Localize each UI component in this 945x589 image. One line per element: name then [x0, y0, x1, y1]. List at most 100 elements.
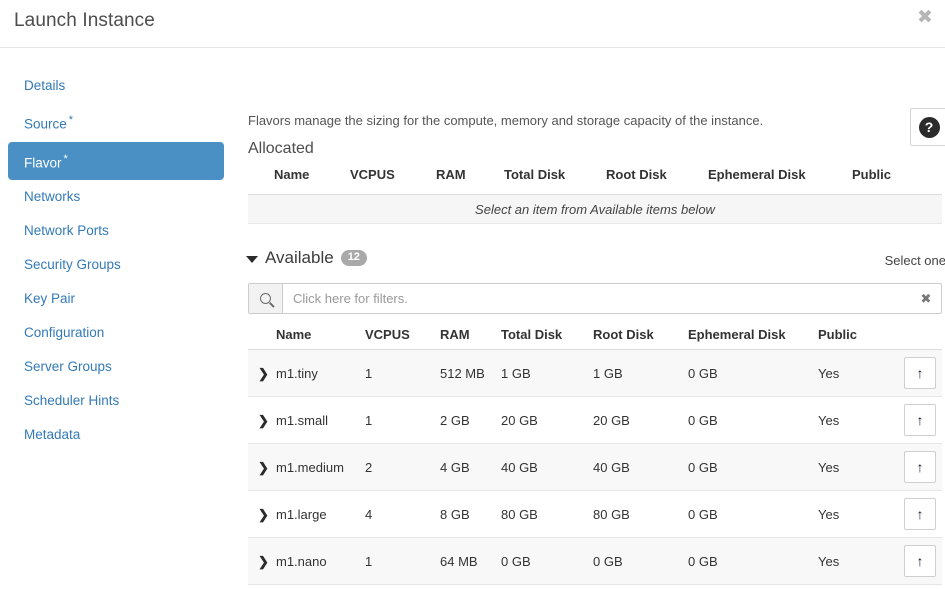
allocated-col-total-disk: Total Disk: [504, 167, 566, 182]
cell-ephemeral-disk: 0 GB: [688, 554, 718, 569]
sidebar-item-networks[interactable]: Networks: [8, 180, 224, 214]
table-row[interactable]: ❯m1.xlarge816 GB160 GB160 GB0 GBYes↑: [248, 585, 942, 589]
sidebar-item-key-pair[interactable]: Key Pair: [8, 282, 224, 316]
add-flavor-button[interactable]: ↑: [904, 357, 936, 389]
sidebar-item-label: Network Ports: [24, 223, 109, 238]
close-icon[interactable]: ✖: [913, 6, 937, 30]
cell-total-disk: 20 GB: [501, 413, 538, 428]
required-asterisk-icon: *: [63, 152, 68, 165]
table-row[interactable]: ❯ m1.small 1 2 GB 20 GB 20 GB 0 GB Yes ↑: [248, 397, 942, 444]
allocated-col-public: Public: [852, 167, 892, 182]
arrow-up-icon: ↑: [916, 506, 924, 522]
chevron-right-icon[interactable]: ❯: [258, 554, 269, 570]
wizard-content: ? Flavors manage the sizing for the comp…: [240, 48, 945, 589]
chevron-down-icon: [246, 255, 258, 263]
arrow-up-icon: ↑: [916, 459, 924, 475]
allocated-col-ram: RAM: [436, 167, 466, 182]
chevron-right-icon[interactable]: ❯: [258, 460, 269, 476]
sidebar-item-label: Key Pair: [24, 291, 76, 306]
cell-root-disk: 80 GB: [593, 507, 630, 522]
cell-name: m1.tiny: [276, 366, 318, 381]
cell-total-disk: 80 GB: [501, 507, 538, 522]
available-col-ram: RAM: [440, 327, 470, 342]
cell-vcpus: 1: [365, 366, 373, 381]
arrow-up-icon: ↑: [916, 365, 924, 381]
cell-total-disk: 40 GB: [501, 460, 538, 475]
help-circle-icon: ?: [918, 116, 940, 138]
available-table: Name VCPUS RAM Total Disk Root Disk Ephe…: [248, 324, 942, 589]
sidebar-item-label: Networks: [24, 189, 81, 204]
cell-ram: 4 GB: [440, 460, 470, 475]
available-col-public: Public: [818, 327, 858, 342]
available-col-ephemeral-disk: Ephemeral Disk: [688, 327, 786, 342]
sidebar-item-label: Scheduler Hints: [24, 393, 120, 408]
cell-ram: 8 GB: [440, 507, 470, 522]
add-flavor-button[interactable]: ↑: [904, 404, 936, 436]
chevron-right-icon[interactable]: ❯: [258, 366, 269, 382]
cell-name: m1.large: [276, 507, 327, 522]
arrow-up-icon: ↑: [916, 553, 924, 569]
allocated-col-ephemeral-disk: Ephemeral Disk: [708, 167, 806, 182]
cell-name: m1.small: [276, 413, 329, 428]
flavor-description: Flavors manage the sizing for the comput…: [248, 113, 764, 128]
required-asterisk-icon: *: [68, 114, 74, 126]
cell-ram: 64 MB: [440, 554, 478, 569]
sidebar-item-configuration[interactable]: Configuration: [8, 316, 224, 350]
sidebar-item-label: Security Groups: [24, 257, 121, 272]
cell-ram: 512 MB: [440, 366, 485, 381]
cell-ram: 2 GB: [440, 413, 470, 428]
allocated-table-header: Name VCPUS RAM Total Disk Root Disk Ephe…: [248, 167, 928, 191]
cell-ephemeral-disk: 0 GB: [688, 507, 718, 522]
search-icon-addon: [249, 284, 283, 313]
chevron-right-icon[interactable]: ❯: [258, 507, 269, 523]
allocated-col-root-disk: Root Disk: [606, 167, 667, 182]
table-row[interactable]: ❯ m1.medium 2 4 GB 40 GB 40 GB 0 GB Yes ↑: [248, 444, 942, 491]
add-flavor-button[interactable]: ↑: [904, 545, 936, 577]
sidebar-item-security-groups[interactable]: Security Groups: [8, 248, 224, 282]
available-col-root-disk: Root Disk: [593, 327, 654, 342]
sidebar-item-server-groups[interactable]: Server Groups: [8, 350, 224, 384]
cell-public: Yes: [818, 366, 840, 381]
cell-vcpus: 1: [365, 554, 373, 569]
available-table-header: Name VCPUS RAM Total Disk Root Disk Ephe…: [248, 324, 942, 350]
filter-bar: ✖: [248, 283, 942, 314]
search-icon: [260, 293, 271, 304]
available-count-badge: 12: [340, 250, 367, 266]
allocated-empty-message: Select an item from Available items belo…: [248, 194, 942, 224]
help-button[interactable]: ?: [910, 108, 945, 146]
cell-public: Yes: [818, 460, 840, 475]
table-row[interactable]: ❯ m1.tiny 1 512 MB 1 GB 1 GB 0 GB Yes ↑: [248, 350, 942, 397]
sidebar-item-label: Source: [24, 116, 67, 132]
sidebar-item-metadata[interactable]: Metadata: [8, 418, 224, 452]
cell-ephemeral-disk: 0 GB: [688, 413, 718, 428]
cell-root-disk: 20 GB: [593, 413, 630, 428]
add-flavor-button[interactable]: ↑: [904, 451, 936, 483]
add-flavor-button[interactable]: ↑: [904, 498, 936, 530]
cell-ephemeral-disk: 0 GB: [688, 366, 718, 381]
sidebar-item-flavor[interactable]: Flavor *: [8, 141, 224, 180]
cell-vcpus: 2: [365, 460, 373, 475]
table-row[interactable]: ❯ m1.large 4 8 GB 80 GB 80 GB 0 GB Yes ↑: [248, 491, 942, 538]
sidebar-item-details[interactable]: Details: [8, 69, 224, 103]
cell-vcpus: 1: [365, 413, 373, 428]
wizard-sidebar: Details Source * Flavor * Networks Network Por…: [0, 48, 232, 452]
modal-body: Details Source * Flavor * Networks Network Por…: [0, 48, 945, 589]
cell-public: Yes: [818, 413, 840, 428]
sidebar-item-scheduler-hints[interactable]: Scheduler Hints: [8, 384, 224, 418]
available-section-toggle[interactable]: Available 12: [246, 248, 367, 268]
clear-icon[interactable]: ✖: [911, 284, 941, 313]
cell-public: Yes: [818, 507, 840, 522]
table-row[interactable]: ❯ m1.nano 1 64 MB 0 GB 0 GB 0 GB Yes ↑: [248, 538, 942, 585]
cell-name: m1.medium: [276, 460, 344, 475]
chevron-right-icon[interactable]: ❯: [258, 413, 269, 429]
cell-total-disk: 0 GB: [501, 554, 531, 569]
sidebar-item-source[interactable]: Source *: [8, 103, 224, 142]
launch-instance-modal: Launch Instance ✖ Details Source * Flavor * N…: [0, 0, 945, 589]
allocated-col-name: Name: [274, 167, 310, 182]
sidebar-item-label: Details: [24, 78, 66, 93]
cell-name: m1.nano: [276, 554, 327, 569]
cell-ephemeral-disk: 0 GB: [688, 460, 718, 475]
sidebar-item-network-ports[interactable]: Network Ports: [8, 214, 224, 248]
search-input[interactable]: [283, 284, 911, 313]
sidebar-item-label: Metadata: [24, 427, 81, 442]
